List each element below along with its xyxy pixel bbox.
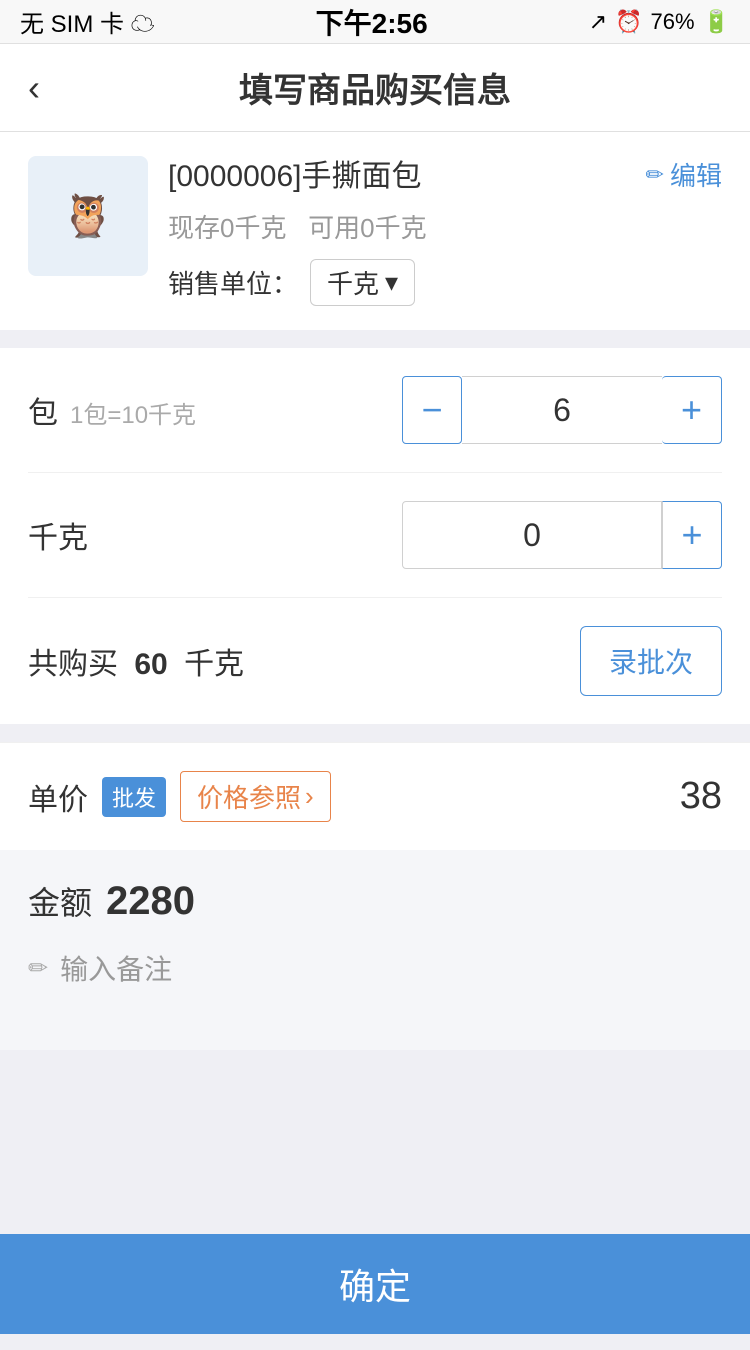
signal-icon: ↗: [589, 9, 607, 35]
total-unit: 千克: [184, 648, 244, 681]
batch-button[interactable]: 录批次: [580, 626, 722, 696]
amount-section: 金额 2280 ✏ 输入备注: [0, 850, 750, 1050]
pack-label: 包 1包=10千克: [28, 388, 196, 432]
total-text: 共购买 60 千克: [28, 639, 244, 683]
price-section: 单价 批发 价格参照 › 38: [0, 742, 750, 850]
stock-available: 可用0千克: [308, 213, 426, 243]
price-label: 单价: [28, 775, 88, 819]
price-ref-icon: ›: [305, 781, 314, 812]
confirm-button[interactable]: 确定: [0, 1234, 750, 1334]
amount-label: 金额: [28, 878, 92, 924]
kg-plus-button[interactable]: +: [662, 501, 722, 569]
status-left: 无 SIM 卡 ☁: [20, 4, 155, 39]
kg-label-text: 千克: [28, 513, 88, 557]
pack-label-text: 包: [28, 388, 58, 432]
product-stock: 现存0千克 可用0千克: [168, 208, 722, 245]
stock-current: 现存0千克: [168, 213, 286, 243]
remark-placeholder: 输入备注: [60, 948, 172, 988]
pack-hint: 1包=10千克: [70, 395, 196, 430]
total-section: 共购买 60 千克 录批次: [0, 598, 750, 724]
product-section: 🦉 [0000006]手撕面包 现存0千克 可用0千克 销售单位： 千克 ▾ ✏…: [0, 132, 750, 330]
nav-bar: ‹ 填写商品购买信息: [0, 44, 750, 132]
pack-input[interactable]: [462, 376, 662, 444]
product-unit-row: 销售单位： 千克 ▾: [168, 259, 722, 306]
unit-dropdown-icon: ▾: [385, 267, 398, 298]
quantity-pack-row: 包 1包=10千克 − +: [28, 348, 722, 473]
amount-row: 金额 2280: [28, 878, 722, 948]
remark-row[interactable]: ✏ 输入备注: [28, 948, 722, 1012]
total-amount: 60: [134, 648, 167, 681]
kg-input[interactable]: [402, 501, 662, 569]
total-label: 共购买: [28, 648, 118, 681]
unit-label: 销售单位：: [168, 264, 298, 301]
divider-2: [0, 724, 750, 742]
price-label-row: 单价 批发 价格参照 ›: [28, 771, 331, 822]
status-right: ↗ ⏰ 76% 🔋: [589, 9, 730, 35]
pack-controls: − +: [402, 376, 722, 444]
alarm-icon: ⏰: [615, 9, 642, 35]
kg-label: 千克: [28, 513, 88, 557]
quantity-section: 包 1包=10千克 − + 千克 +: [0, 348, 750, 598]
product-thumb-icon: 🦉: [62, 192, 114, 241]
pencil-icon: ✏: [28, 954, 48, 983]
back-button[interactable]: ‹: [28, 67, 40, 109]
unit-select[interactable]: 千克 ▾: [310, 259, 415, 306]
quantity-kg-row: 千克 +: [28, 473, 722, 598]
pack-plus-button[interactable]: +: [662, 376, 722, 444]
product-thumbnail: 🦉: [28, 156, 148, 276]
price-value: 38: [680, 775, 722, 818]
divider-1: [0, 330, 750, 348]
edit-icon: ✏: [646, 162, 664, 188]
battery-level: 76%: [651, 9, 695, 35]
status-bar: 无 SIM 卡 ☁ 下午2:56 ↗ ⏰ 76% 🔋: [0, 0, 750, 44]
battery-icon: 🔋: [703, 9, 730, 35]
pack-minus-button[interactable]: −: [402, 376, 462, 444]
page-title: 填写商品购买信息: [239, 63, 511, 112]
price-ref-label: 价格参照: [197, 778, 301, 815]
amount-value: 2280: [106, 879, 195, 924]
status-time: 下午2:56: [316, 2, 428, 42]
price-type-tag: 批发: [102, 777, 166, 817]
kg-controls: +: [402, 501, 722, 569]
product-name: [0000006]手撕面包: [168, 156, 722, 198]
edit-button[interactable]: ✏ 编辑: [646, 156, 722, 193]
price-reference-button[interactable]: 价格参照 ›: [180, 771, 331, 822]
product-info: [0000006]手撕面包 现存0千克 可用0千克 销售单位： 千克 ▾: [168, 156, 722, 306]
unit-value: 千克: [327, 264, 379, 301]
edit-label: 编辑: [670, 156, 722, 193]
sim-status: 无 SIM 卡 ☁: [20, 4, 155, 39]
